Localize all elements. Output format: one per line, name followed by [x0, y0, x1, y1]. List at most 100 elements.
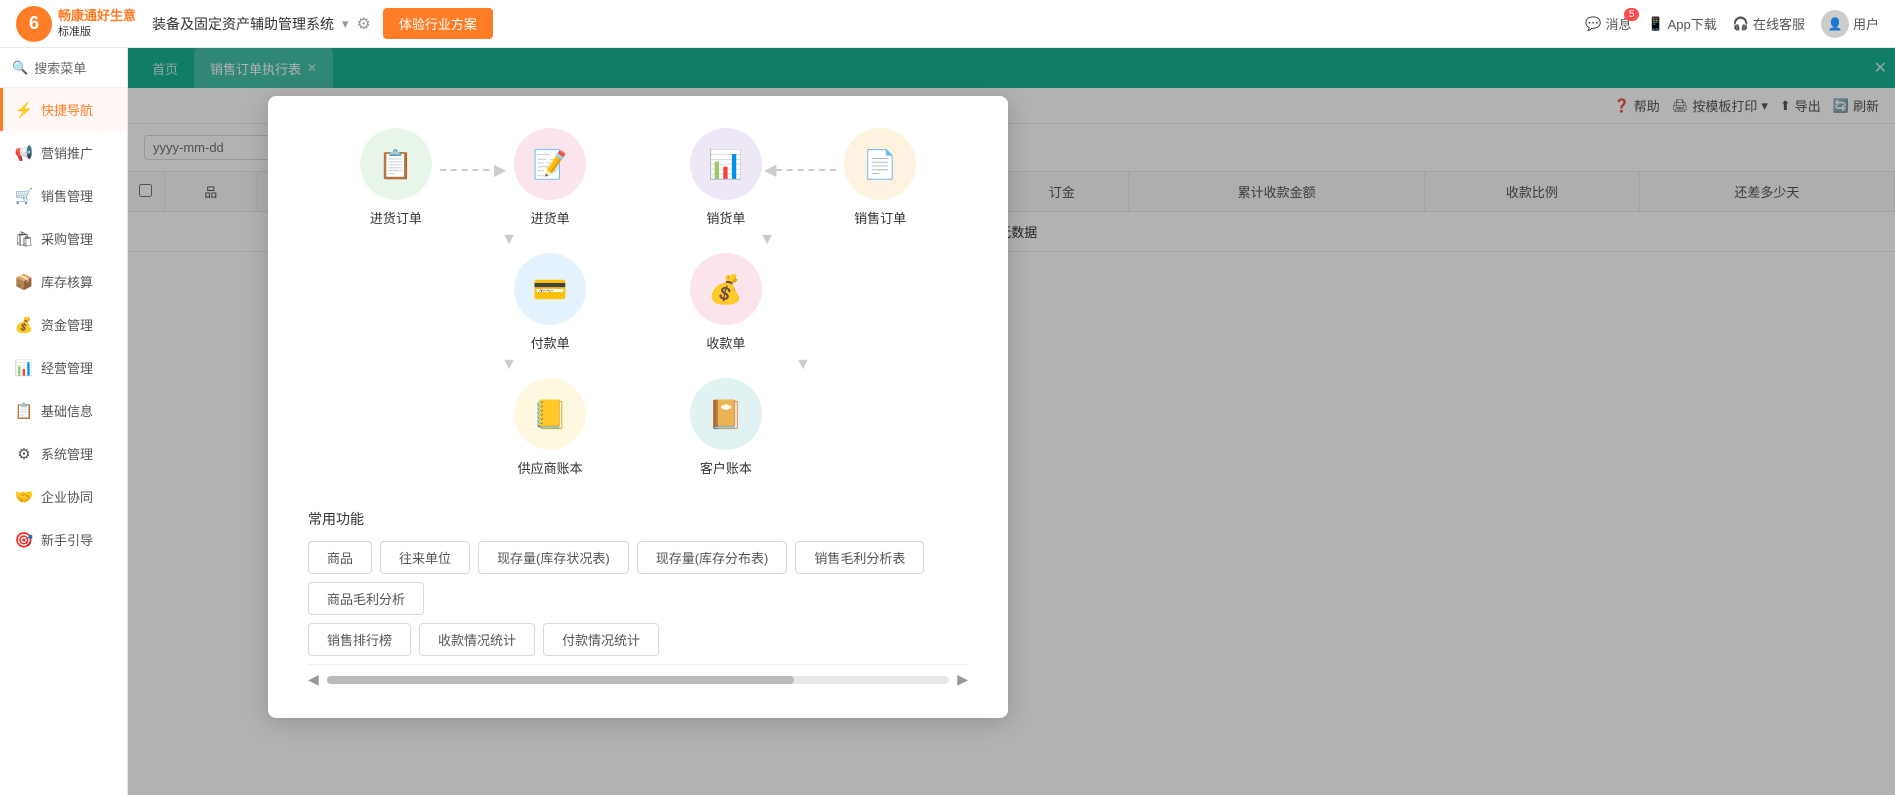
- payment-row: 💳 付款单: [360, 253, 586, 352]
- quick-btn-sales-rank[interactable]: 销售排行榜: [308, 623, 411, 656]
- quick-btn-sales-profit[interactable]: 销售毛利分析表: [795, 541, 924, 574]
- scroll-thumb: [327, 676, 794, 684]
- title-dropdown-icon[interactable]: ▾: [342, 16, 349, 32]
- quick-nav-icon: ⚡: [15, 101, 33, 119]
- experience-btn[interactable]: 体验行业方案: [383, 8, 493, 39]
- payment-slip-icon: 💳: [514, 253, 586, 325]
- inventory-icon: 📦: [15, 273, 33, 291]
- content-area: 首页 销售订单执行表 ✕ ✕ ❓ 帮助 🖨 按模板打印: [128, 48, 1895, 795]
- arrow-pay-down: ▼: [501, 356, 517, 374]
- sidebar-item-finance[interactable]: 💰 资金管理: [0, 303, 127, 346]
- sale-order-label: 销售订单: [854, 208, 906, 227]
- sale-order-icon: 📄: [844, 128, 916, 200]
- sidebar: 🔍 搜索菜单 ⚡ 快捷导航 📢 营销推广 🛒 销售管理 🛍 采购管理 📦: [0, 48, 128, 795]
- sidebar-item-sales[interactable]: 🛒 销售管理: [0, 174, 127, 217]
- receipt-slip-label: 收款单: [706, 333, 745, 352]
- search-menu-btn[interactable]: 🔍 搜索菜单: [0, 48, 127, 88]
- logo-icon: 6: [16, 6, 52, 42]
- quick-functions: 常用功能 商品 往来单位 现存量(库存状况表) 现存量(库存分布表) 销售毛利分…: [308, 509, 968, 656]
- logo-area: 6 畅康通好生意 标准版: [16, 6, 144, 42]
- overlay: 📋 进货订单 ▶ 📝 进货单: [128, 48, 1895, 795]
- arrow-ss-down: ▼: [759, 231, 775, 249]
- customer-account-node: 📔 客户账本: [690, 378, 762, 477]
- settings-icon[interactable]: ⚙: [357, 14, 371, 34]
- right-flow-group: 📊 销货单 ▶ 📄 销售订单: [690, 128, 916, 477]
- scroll-track: [327, 676, 949, 684]
- sidebar-item-inventory[interactable]: 📦 库存核算: [0, 260, 127, 303]
- purchase-icon: 🛍: [15, 230, 33, 248]
- sale-order-node: 📄 销售订单: [844, 128, 916, 227]
- arrow-ps-down: ▼: [501, 231, 517, 249]
- online-service-btn[interactable]: 🎧 在线客服: [1733, 14, 1805, 33]
- basic-info-icon: 📋: [15, 402, 33, 420]
- purchase-order-label: 进货订单: [370, 208, 422, 227]
- quick-nav-popup: 📋 进货订单 ▶ 📝 进货单: [268, 96, 1008, 718]
- service-icon: 🎧: [1733, 16, 1749, 32]
- sidebar-item-system[interactable]: ⚙ 系统管理: [0, 432, 127, 475]
- arrow-po-to-ps: ▶: [432, 160, 514, 180]
- app-download-btn[interactable]: 📱 App下载: [1647, 14, 1716, 33]
- search-icon: 🔍: [12, 60, 28, 76]
- marketing-icon: 📢: [15, 144, 33, 162]
- sidebar-item-marketing[interactable]: 📢 营销推广: [0, 131, 127, 174]
- sales-icon: 🛒: [15, 187, 33, 205]
- supplier-account-icon: 📒: [514, 378, 586, 450]
- supplier-account-node: 📒 供应商账本: [514, 378, 586, 477]
- top-bar: 6 畅康通好生意 标准版 装备及固定资产辅助管理系统 ▾ ⚙ 体验行业方案 💬 …: [0, 0, 1895, 48]
- left-flow-group: 📋 进货订单 ▶ 📝 进货单: [360, 128, 586, 477]
- quick-btn-stock-status[interactable]: 现存量(库存状况表): [478, 541, 629, 574]
- customer-account-icon: 📔: [690, 378, 762, 450]
- operation-icon: 📊: [15, 359, 33, 377]
- purchase-slip-icon: 📝: [514, 128, 586, 200]
- payment-slip-node: 💳 付款单: [514, 253, 586, 352]
- system-title-area: 装备及固定资产辅助管理系统 ▾ ⚙ 体验行业方案: [144, 8, 1585, 39]
- payment-slip-label: 付款单: [531, 333, 570, 352]
- message-badge: 5: [1624, 8, 1640, 21]
- top-right: 💬 消息 5 📱 App下载 🎧 在线客服 👤 用户: [1585, 10, 1879, 38]
- quick-btn-partner[interactable]: 往来单位: [380, 541, 470, 574]
- top-right-flow-row: 📊 销货单 ▶ 📄 销售订单: [690, 128, 916, 227]
- quick-btn-payment-stat[interactable]: 付款情况统计: [543, 623, 659, 656]
- receipt-slip-icon: 💰: [690, 253, 762, 325]
- arrow-so-to-ss: ▶: [762, 160, 844, 180]
- sale-slip-node: 📊 销货单: [690, 128, 762, 227]
- message-icon: 💬: [1585, 16, 1601, 32]
- top-flow-row: 📋 进货订单 ▶ 📝 进货单: [360, 128, 586, 227]
- system-title: 装备及固定资产辅助管理系统: [152, 14, 334, 34]
- receipt-row: 💰 收款单: [690, 253, 916, 352]
- scroll-bar-hint: ◀ ▶: [308, 664, 968, 694]
- flow-diagram: 📋 进货订单 ▶ 📝 进货单: [308, 128, 968, 477]
- download-icon: 📱: [1647, 16, 1663, 32]
- supplier-account-label: 供应商账本: [518, 458, 583, 477]
- sidebar-item-purchase[interactable]: 🛍 采购管理: [0, 217, 127, 260]
- user-menu[interactable]: 👤 用户: [1821, 10, 1879, 38]
- purchase-slip-label: 进货单: [531, 208, 570, 227]
- customer-account-row: 📔 客户账本: [690, 378, 916, 477]
- system-icon: ⚙: [15, 445, 33, 463]
- quick-btn-product[interactable]: 商品: [308, 541, 372, 574]
- purchase-order-icon: 📋: [360, 128, 432, 200]
- sale-slip-icon: 📊: [690, 128, 762, 200]
- purchase-slip-node: 📝 进货单: [514, 128, 586, 227]
- purchase-order-node: 📋 进货订单: [360, 128, 432, 227]
- sidebar-item-quick-nav[interactable]: ⚡ 快捷导航: [0, 88, 127, 131]
- guide-icon: 🎯: [15, 531, 33, 549]
- quick-btns-row2: 销售排行榜 收款情况统计 付款情况统计: [308, 623, 968, 656]
- enterprise-icon: 🤝: [15, 488, 33, 506]
- scroll-right-icon[interactable]: ▶: [957, 671, 968, 688]
- logo-text: 畅康通好生意 标准版: [58, 8, 136, 39]
- supplier-account-row: 📒 供应商账本: [360, 378, 586, 477]
- message-btn[interactable]: 💬 消息 5: [1585, 14, 1631, 33]
- customer-account-label: 客户账本: [700, 458, 752, 477]
- avatar: 👤: [1821, 10, 1849, 38]
- quick-btn-product-profit[interactable]: 商品毛利分析: [308, 582, 424, 615]
- sidebar-item-guide[interactable]: 🎯 新手引导: [0, 518, 127, 561]
- quick-btn-stock-dist[interactable]: 现存量(库存分布表): [637, 541, 788, 574]
- scroll-left-icon[interactable]: ◀: [308, 671, 319, 688]
- sidebar-item-operation[interactable]: 📊 经营管理: [0, 346, 127, 389]
- sidebar-item-basic-info[interactable]: 📋 基础信息: [0, 389, 127, 432]
- sidebar-item-enterprise[interactable]: 🤝 企业协同: [0, 475, 127, 518]
- quick-title: 常用功能: [308, 509, 968, 529]
- receipt-slip-node: 💰 收款单: [690, 253, 762, 352]
- quick-btn-receipt-stat[interactable]: 收款情况统计: [419, 623, 535, 656]
